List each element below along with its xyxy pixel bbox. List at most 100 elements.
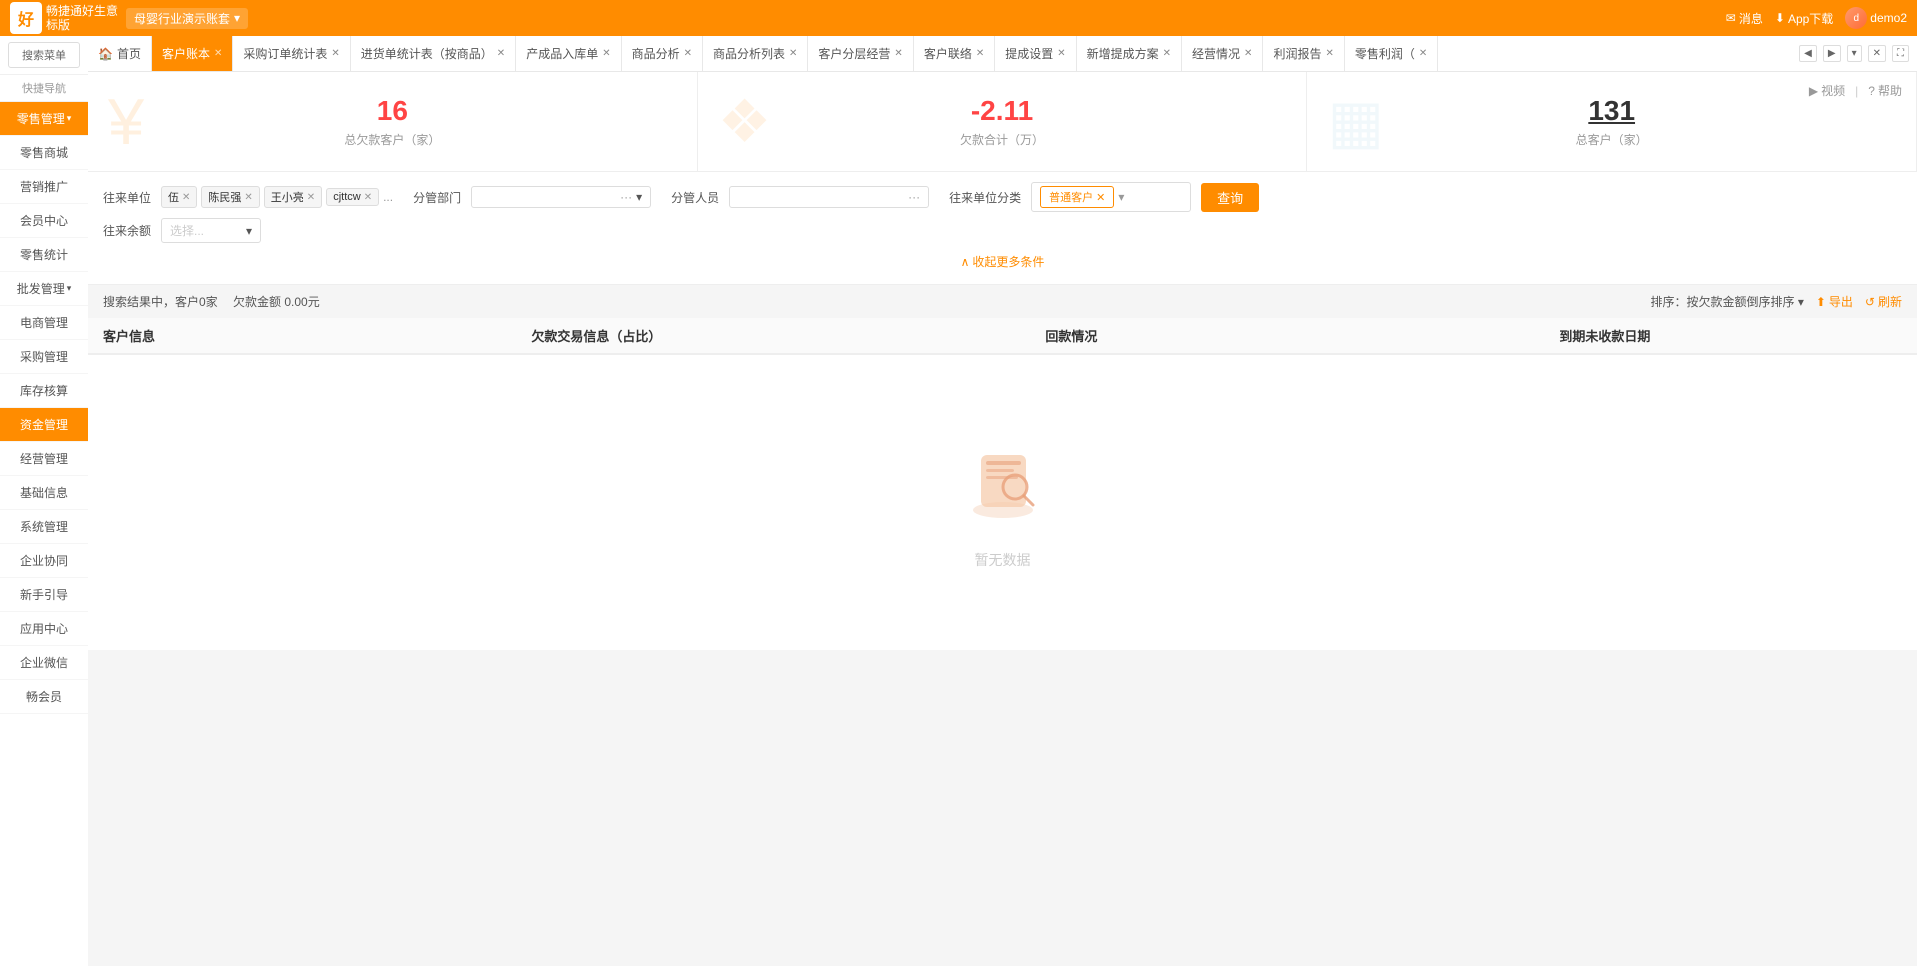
tab-close-goods-list[interactable]: ✕ — [789, 48, 797, 59]
tab-close-retail-profit[interactable]: ✕ — [1419, 48, 1427, 59]
stat-debt-value: -2.11 — [960, 95, 1044, 127]
col-header-customer: 客户信息 — [103, 326, 531, 345]
sidebar-item-marketing[interactable]: 营销推广 — [0, 170, 88, 204]
refresh-btn[interactable]: ↺ 刷新 — [1865, 293, 1902, 310]
remove-tag-wu[interactable]: ✕ — [182, 192, 190, 203]
sidebar-item-retail-stats[interactable]: 零售统计 — [0, 238, 88, 272]
export-icon: ⬆ — [1816, 295, 1826, 309]
table-header: 客户信息 欠款交易信息（占比） 回款情况 到期未收款日期 — [88, 318, 1917, 354]
stat-customers-label: 总客户（家） — [1576, 131, 1648, 148]
chevron-down-icon: ▾ — [67, 113, 72, 124]
tab-new-promotion[interactable]: 新增提成方案 ✕ — [1077, 36, 1182, 71]
tab-close-promo-settings[interactable]: ✕ — [1057, 48, 1065, 59]
tab-next-btn[interactable]: ▶ — [1823, 45, 1841, 62]
sidebar-item-member[interactable]: 畅会员 — [0, 680, 88, 714]
tab-close-new-promo[interactable]: ✕ — [1163, 48, 1171, 59]
tab-close-profit[interactable]: ✕ — [1325, 48, 1333, 59]
sort-chevron-icon[interactable]: ▾ — [1798, 295, 1804, 309]
sidebar-item-enterprise-collab[interactable]: 企业协同 — [0, 544, 88, 578]
tab-close-purchase[interactable]: ✕ — [331, 48, 339, 59]
collapse-btn[interactable]: ∧ 收起更多条件 — [953, 249, 1053, 274]
tab-home[interactable]: 🏠 首页 — [88, 36, 152, 71]
sidebar-item-enterprise-wechat[interactable]: 企业微信 — [0, 646, 88, 680]
category-filter-select[interactable]: 普通客户 ✕ ▾ — [1031, 182, 1191, 212]
tab-bar-end: ◀ ▶ ▾ ✕ ⛶ — [1791, 45, 1917, 62]
tab-close-all-btn[interactable]: ✕ — [1868, 45, 1886, 62]
tab-profit-report[interactable]: 利润报告 ✕ — [1263, 36, 1344, 71]
remove-tag-chen[interactable]: ✕ — [244, 192, 252, 203]
refresh-icon: ↺ — [1865, 295, 1875, 309]
sidebar-item-retail-mgmt[interactable]: 零售管理 ▾ — [0, 102, 88, 136]
sidebar-item-inventory[interactable]: 库存核算 — [0, 374, 88, 408]
store-selector[interactable]: 母婴行业演示账套 ▾ — [126, 8, 248, 29]
remove-category-normal[interactable]: ✕ — [1096, 191, 1105, 204]
video-icon: ▶ — [1809, 84, 1818, 98]
tab-close-product-inbound[interactable]: ✕ — [602, 48, 610, 59]
tab-customer-book[interactable]: 客户账本 ✕ — [152, 36, 233, 71]
tab-close-contact[interactable]: ✕ — [976, 48, 984, 59]
sidebar-item-finance-mgmt[interactable]: 资金管理 — [0, 408, 88, 442]
sidebar-item-ops-mgmt[interactable]: 经营管理 — [0, 442, 88, 476]
sidebar-item-wholesale-mgmt[interactable]: 批发管理 ▾ — [0, 272, 88, 306]
tab-goods-analysis-list[interactable]: 商品分析列表 ✕ — [703, 36, 808, 71]
empty-icon — [953, 435, 1053, 538]
person-input-more: ··· — [908, 190, 920, 204]
sidebar-item-system-mgmt[interactable]: 系统管理 — [0, 510, 88, 544]
tab-close-inbound[interactable]: ✕ — [497, 48, 505, 59]
tab-purchase-order[interactable]: 采购订单统计表 ✕ — [233, 36, 350, 71]
sidebar-item-member-center[interactable]: 会员中心 — [0, 204, 88, 238]
balance-filter-select[interactable]: 选择... ▾ — [161, 218, 261, 243]
sidebar-item-basic-info[interactable]: 基础信息 — [0, 476, 88, 510]
dept-filter-select[interactable]: ··· ▾ — [471, 186, 651, 208]
user-profile[interactable]: d demo2 — [1845, 7, 1907, 29]
help-btn[interactable]: ? 帮助 — [1868, 82, 1902, 99]
tab-close-ops[interactable]: ✕ — [1244, 48, 1252, 59]
avatar: d — [1845, 7, 1867, 29]
sidebar-item-purchase-mgmt[interactable]: 采购管理 — [0, 340, 88, 374]
tab-promotion-settings[interactable]: 提成设置 ✕ — [995, 36, 1076, 71]
results-row: 搜索结果中，客户0家 欠款金额 0.00元 排序：按欠款金额倒序排序 ▾ ⬆ 导… — [88, 285, 1917, 318]
search-btn[interactable]: 查询 — [1201, 183, 1259, 212]
app-download-btn[interactable]: ⬇ App下载 — [1775, 10, 1833, 27]
chevron-up-icon: ∧ — [961, 255, 970, 269]
col-header-debt: 欠款交易信息（占比） — [531, 326, 1045, 345]
tab-ops-situation[interactable]: 经营情况 ✕ — [1182, 36, 1263, 71]
quick-nav-btn[interactable]: 快捷导航 — [0, 75, 88, 102]
remove-tag-wang[interactable]: ✕ — [307, 192, 315, 203]
tab-close-customer-book[interactable]: ✕ — [214, 48, 222, 59]
tab-inbound-stats[interactable]: 进货单统计表（按商品） ✕ — [351, 36, 516, 71]
dept-filter-label: 分管部门 — [413, 189, 461, 206]
export-btn[interactable]: ⬆ 导出 — [1816, 293, 1853, 310]
unit-tag-cjttcw: cjttcw ✕ — [326, 188, 379, 206]
person-filter-input[interactable]: ··· — [729, 186, 929, 208]
tab-product-inbound[interactable]: 产成品入库单 ✕ — [516, 36, 621, 71]
sidebar-item-retail-mall[interactable]: 零售商城 — [0, 136, 88, 170]
messages-btn[interactable]: ✉ 消息 — [1726, 10, 1763, 27]
help-icon: ? — [1868, 84, 1875, 98]
tab-goods-analysis[interactable]: 商品分析 ✕ — [622, 36, 703, 71]
sidebar-item-new-guide[interactable]: 新手引导 — [0, 578, 88, 612]
tab-close-goods[interactable]: ✕ — [684, 48, 692, 59]
tab-expand-btn[interactable]: ⛶ — [1892, 45, 1909, 62]
unit-tags-more[interactable]: ... — [383, 190, 393, 204]
remove-tag-cjttcw[interactable]: ✕ — [364, 192, 372, 203]
video-btn[interactable]: ▶ 视频 — [1809, 82, 1845, 99]
stat-debt-label: 欠款合计（万） — [960, 131, 1044, 148]
logo-icon: 好 — [10, 2, 42, 34]
balance-filter-label: 往来余额 — [103, 222, 151, 239]
tab-retail-profit[interactable]: 零售利润（ ✕ — [1345, 36, 1438, 71]
search-menu-btn[interactable]: 搜索菜单 — [8, 42, 80, 68]
table-container: 客户信息 欠款交易信息（占比） 回款情况 到期未收款日期 — [88, 318, 1917, 650]
tab-close-tier[interactable]: ✕ — [894, 48, 902, 59]
sidebar-item-app-center[interactable]: 应用中心 — [0, 612, 88, 646]
results-actions: 排序：按欠款金额倒序排序 ▾ ⬆ 导出 ↺ 刷新 — [1650, 293, 1902, 310]
unit-filter-label: 往来单位 — [103, 189, 151, 206]
tab-prev-btn[interactable]: ◀ — [1799, 45, 1817, 62]
chevron-down-icon: ▾ — [67, 283, 72, 294]
tab-menu-btn[interactable]: ▾ — [1847, 45, 1862, 62]
tab-customer-tier[interactable]: 客户分层经营 ✕ — [808, 36, 913, 71]
tab-customer-contact[interactable]: 客户联络 ✕ — [914, 36, 995, 71]
category-tag-normal: 普通客户 ✕ — [1040, 186, 1114, 208]
sidebar-item-ecom-mgmt[interactable]: 电商管理 — [0, 306, 88, 340]
stat-customers-value: 131 — [1576, 95, 1648, 127]
